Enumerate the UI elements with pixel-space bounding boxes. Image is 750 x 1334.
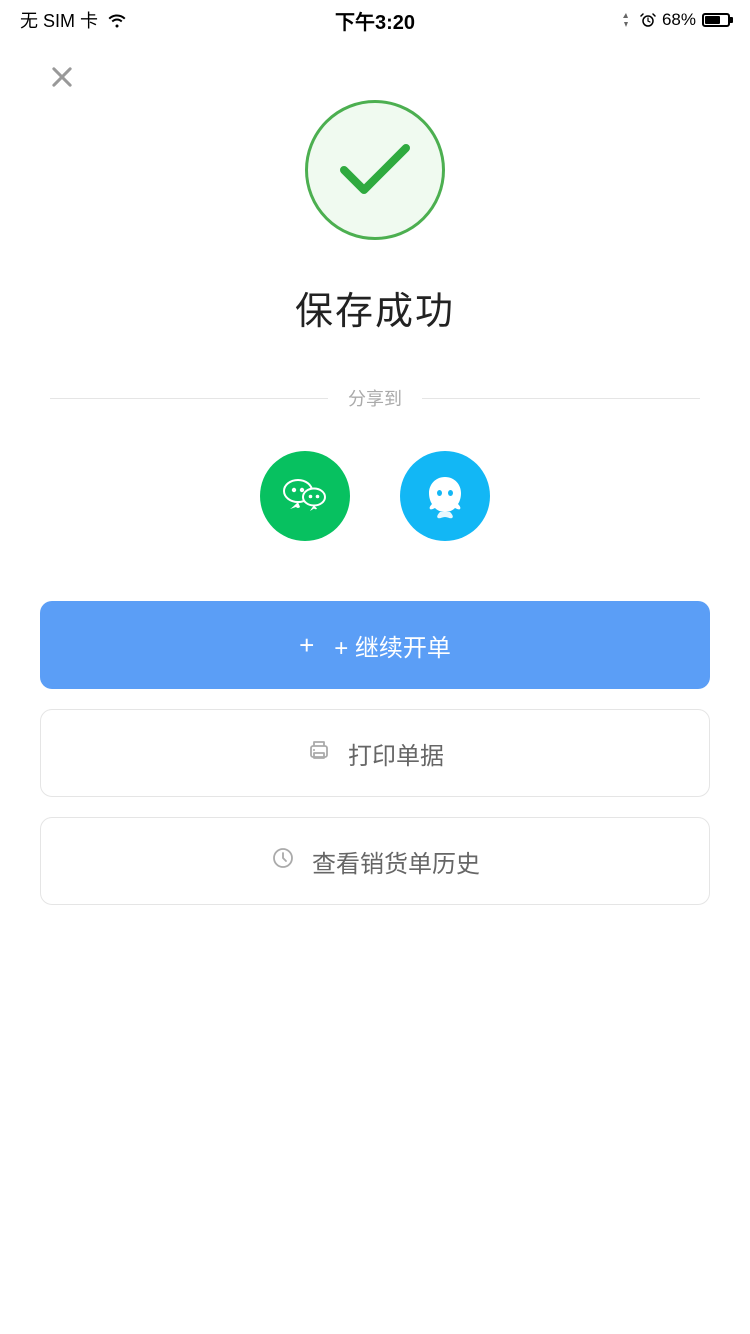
status-time: 下午3:20: [335, 6, 415, 35]
continue-icon: +: [299, 630, 314, 661]
no-sim-label: 无 SIM 卡: [20, 7, 98, 33]
share-divider: 分享到: [0, 385, 750, 411]
status-bar: 无 SIM 卡 下午3:20 68%: [0, 0, 750, 40]
action-buttons: + + 继续开单 打印单据 查看销货单历史: [0, 601, 750, 905]
divider-line-left: [50, 398, 328, 399]
close-icon: [49, 64, 75, 90]
print-button[interactable]: 打印单据: [40, 709, 710, 797]
wechat-icon: [280, 471, 330, 521]
success-circle: [305, 100, 445, 240]
qq-icon: [420, 471, 470, 521]
history-label: 查看销货单历史: [312, 844, 480, 879]
main-content: 保存成功 分享到: [0, 40, 750, 905]
alarm-icon: [640, 12, 656, 28]
divider-line-right: [422, 398, 700, 399]
location-icon: [618, 12, 634, 28]
close-button[interactable]: [40, 55, 84, 99]
status-right: 68%: [618, 10, 730, 30]
continue-label: + 继续开单: [334, 628, 451, 663]
print-icon: [306, 737, 332, 769]
battery-percent: 68%: [662, 10, 696, 30]
wifi-icon: [106, 12, 128, 28]
qq-share-button[interactable]: [400, 451, 490, 541]
status-left: 无 SIM 卡: [20, 7, 128, 33]
print-label: 打印单据: [348, 736, 444, 771]
battery-icon: [702, 13, 730, 27]
history-icon: [270, 845, 296, 878]
share-label: 分享到: [328, 385, 422, 411]
wechat-share-button[interactable]: [260, 451, 350, 541]
checkmark-icon: [338, 140, 413, 200]
success-title: 保存成功: [295, 280, 455, 335]
share-icons-container: [260, 451, 490, 541]
continue-order-button[interactable]: + + 继续开单: [40, 601, 710, 689]
history-button[interactable]: 查看销货单历史: [40, 817, 710, 905]
